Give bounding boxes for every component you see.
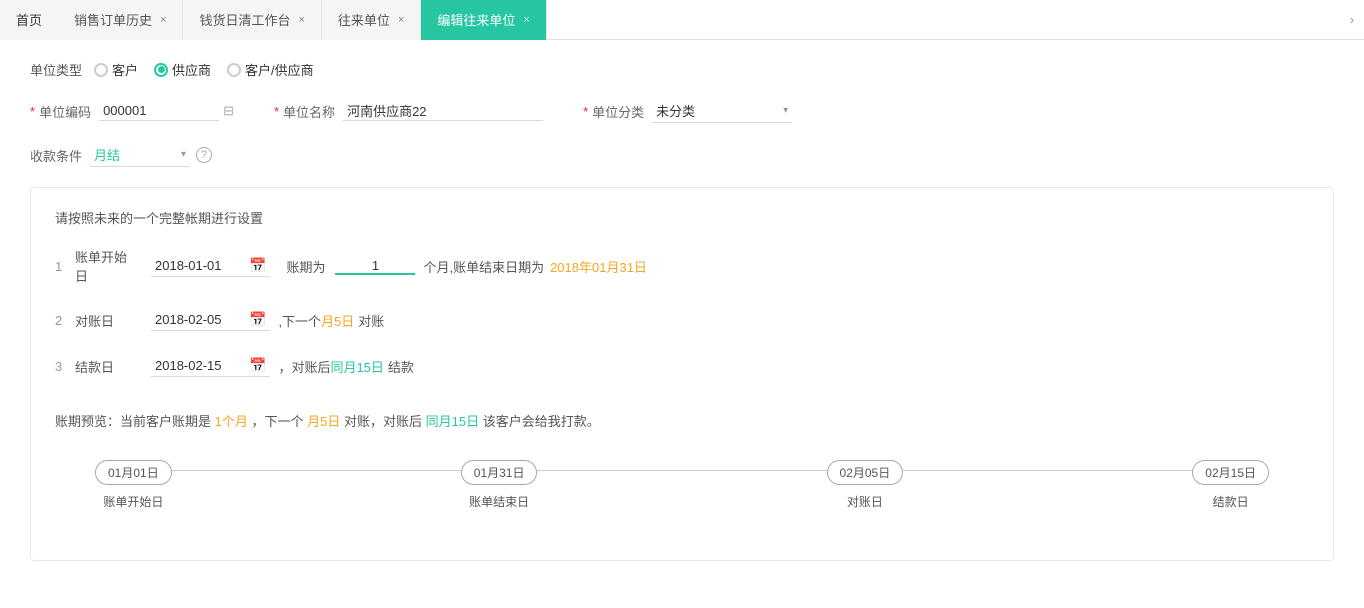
code-input[interactable] (99, 101, 219, 121)
tab-sales-history[interactable]: 销售订单历史 × (58, 0, 183, 40)
code-required: * (30, 104, 35, 119)
period-row-1-suffix-after: 个月,账单结束日期为 (423, 257, 544, 276)
period-row-2-label: 对账日 (75, 311, 135, 330)
tab-partner-close[interactable]: × (398, 14, 404, 26)
period-row-3-text1: ，对账后 (278, 357, 330, 376)
preview-1m: 1个月 (215, 414, 248, 429)
classify-label: 单位分类 (592, 102, 644, 121)
period-row-2-calendar-icon[interactable]: 📅 (249, 311, 266, 328)
period-row-3-date-input[interactable] (155, 358, 245, 373)
payment-dropdown[interactable]: 月结 ▾ (90, 143, 190, 167)
radio-customer-circle (94, 63, 108, 77)
period-row-1-calendar-icon[interactable]: 📅 (249, 257, 266, 274)
payment-label: 收款条件 (30, 146, 82, 165)
preview-text: 账期预览：当前客户账期是 1个月 ，下一个 月5日 对账，对账后 同月15日 该… (55, 401, 1309, 450)
timeline: 01月01日 账单开始日 01月31日 账单结束日 02月05日 对账日 02月… (55, 450, 1309, 540)
tab-partner[interactable]: 往来单位 × (322, 0, 421, 40)
preview-mid: 对账，对账后 (344, 414, 422, 429)
period-row-3-num: 3 (55, 359, 75, 374)
classify-dropdown[interactable]: 未分类 ▾ (652, 99, 792, 123)
payment-value: 月结 (94, 145, 177, 164)
preview-date1: 月5日 (307, 414, 340, 429)
timeline-badge-2: 01月31日 (461, 460, 538, 485)
tab-expand-button[interactable]: › (1340, 0, 1364, 40)
tab-edit-partner-close[interactable]: × (523, 14, 529, 26)
preview-end: 该客户会给我打款。 (483, 414, 600, 429)
radio-supplier-circle (154, 63, 168, 77)
tab-home[interactable]: 首页 (0, 0, 58, 40)
timeline-point-4: 02月15日 结款日 (1192, 460, 1269, 510)
name-field: * 单位名称 (274, 101, 543, 121)
period-row-3-text2: 结款 (388, 357, 414, 376)
name-input[interactable] (343, 101, 543, 121)
classify-required: * (583, 104, 588, 119)
period-row-3-date-wrapper: 📅 (151, 355, 270, 377)
period-row-1-date-input[interactable] (155, 258, 245, 273)
tab-sales-history-close[interactable]: × (160, 14, 166, 26)
radio-customer[interactable]: 客户 (94, 60, 138, 79)
period-title: 请按照未来的一个完整帐期进行设置 (55, 208, 1309, 227)
period-row-1-num-input[interactable] (335, 258, 415, 275)
main-content: 单位类型 客户 供应商 客户/供应商 * 单位编码 ⊟ * 单位名称 (0, 40, 1364, 608)
period-row-3-label: 结款日 (75, 357, 135, 376)
payment-help-icon[interactable]: ? (196, 147, 212, 163)
period-row-3-highlight: 同月15日 (330, 357, 383, 376)
period-row-2-date-input[interactable] (155, 312, 245, 327)
classify-field: * 单位分类 未分类 ▾ (583, 99, 792, 123)
timeline-badge-1: 01月01日 (95, 460, 172, 485)
payment-row: 收款条件 月结 ▾ ? (30, 143, 1334, 167)
unit-type-row: 单位类型 客户 供应商 客户/供应商 (30, 60, 1334, 79)
period-row-2-highlight: 月5日 (321, 311, 354, 330)
timeline-label-3: 对账日 (847, 493, 883, 510)
preview-date2: 同月15日 (426, 414, 479, 429)
classify-arrow-icon: ▾ (783, 105, 788, 116)
timeline-badge-4: 02月15日 (1192, 460, 1269, 485)
period-row-1: 1 账单开始日 📅 账期为 个月,账单结束日期为 2018年01月31日 (55, 247, 1309, 285)
radio-supplier[interactable]: 供应商 (154, 60, 211, 79)
period-row-2: 2 对账日 📅 ,下一个 月5日 对账 (55, 309, 1309, 331)
timeline-points: 01月01日 账单开始日 01月31日 账单结束日 02月05日 对账日 02月… (95, 460, 1269, 510)
period-row-1-date-wrapper: 📅 (151, 255, 270, 277)
unit-type-label: 单位类型 (30, 60, 82, 79)
timeline-point-3: 02月05日 对账日 (827, 460, 904, 510)
code-label: 单位编码 (39, 102, 91, 121)
timeline-badge-3: 02月05日 (827, 460, 904, 485)
unit-type-radio-group: 客户 供应商 客户/供应商 (94, 60, 314, 79)
tab-cashier-close[interactable]: × (298, 14, 304, 26)
timeline-label-1: 账单开始日 (103, 493, 163, 510)
timeline-label-2: 账单结束日 (469, 493, 529, 510)
payment-field: 收款条件 月结 ▾ ? (30, 143, 212, 167)
timeline-label-4: 结款日 (1213, 493, 1249, 510)
period-row-2-text1: ,下一个 (278, 311, 321, 330)
period-row-1-end-date: 2018年01月31日 (550, 257, 647, 276)
radio-both-circle (227, 63, 241, 77)
radio-both[interactable]: 客户/供应商 (227, 60, 314, 79)
timeline-point-2: 01月31日 账单结束日 (461, 460, 538, 510)
period-row-1-num: 1 (55, 259, 75, 274)
name-label: 单位名称 (283, 102, 335, 121)
preview-label: 账期预览：当前客户账期是 (55, 414, 211, 429)
payment-arrow-icon: ▾ (181, 149, 186, 160)
code-name-classify-row: * 单位编码 ⊟ * 单位名称 * 单位分类 未分类 ▾ (30, 99, 1334, 123)
tab-bar: 首页 销售订单历史 × 钱货日清工作台 × 往来单位 × 编辑往来单位 × › (0, 0, 1364, 40)
period-row-2-date-wrapper: 📅 (151, 309, 270, 331)
period-box: 请按照未来的一个完整帐期进行设置 1 账单开始日 📅 账期为 个月,账单结束日期… (30, 187, 1334, 561)
period-row-2-text2: 对账 (358, 311, 384, 330)
classify-value: 未分类 (656, 101, 779, 120)
preview-comma1: ，下一个 (252, 414, 304, 429)
period-row-1-suffix-before: 账期为 (286, 257, 325, 276)
period-row-3-calendar-icon[interactable]: 📅 (249, 357, 266, 374)
timeline-point-1: 01月01日 账单开始日 (95, 460, 172, 510)
tab-cashier[interactable]: 钱货日清工作台 × (183, 0, 321, 40)
period-row-1-label: 账单开始日 (75, 247, 135, 285)
period-row-2-num: 2 (55, 313, 75, 328)
name-required: * (274, 104, 279, 119)
code-copy-icon[interactable]: ⊟ (223, 103, 234, 119)
code-field: * 单位编码 ⊟ (30, 101, 234, 121)
period-row-3: 3 结款日 📅 ，对账后 同月15日 结款 (55, 355, 1309, 377)
tab-edit-partner[interactable]: 编辑往来单位 × (421, 0, 546, 40)
